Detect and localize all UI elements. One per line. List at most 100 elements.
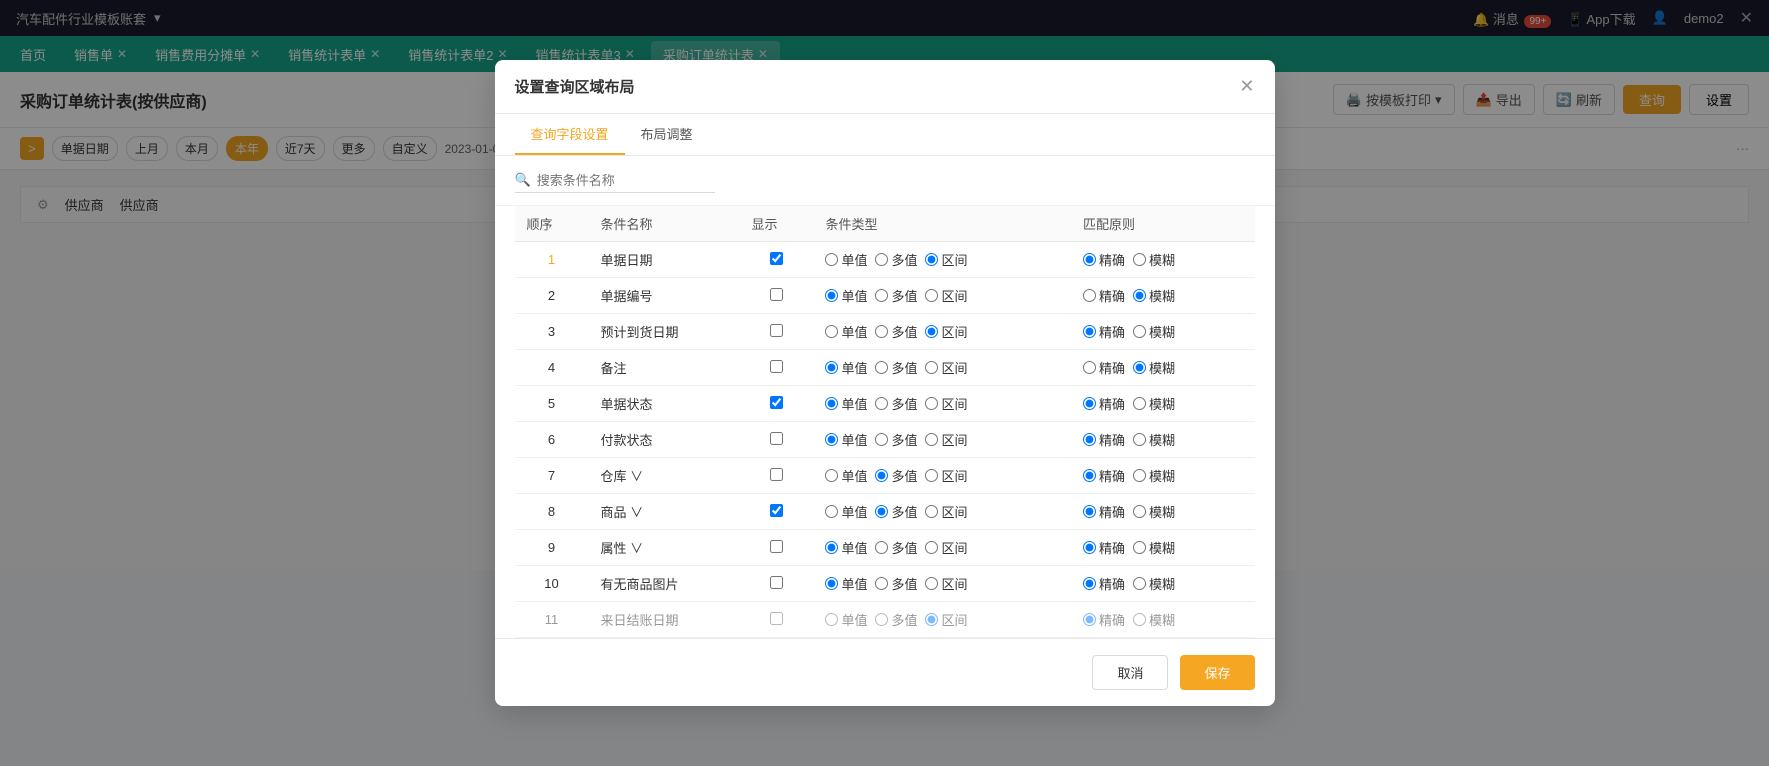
type-radio[interactable] <box>925 505 938 518</box>
type-radio-label[interactable]: 区间 <box>925 538 967 557</box>
match-radio-label[interactable]: 模糊 <box>1133 286 1175 305</box>
match-radio[interactable] <box>1133 541 1146 554</box>
match-radio-label[interactable]: 模糊 <box>1133 394 1175 413</box>
search-input[interactable] <box>537 173 697 188</box>
display-checkbox[interactable] <box>770 504 783 517</box>
type-cell[interactable]: 单值多值区间 <box>813 458 1071 494</box>
match-radio[interactable] <box>1083 433 1096 446</box>
match-radio-label[interactable]: 精确 <box>1083 322 1125 341</box>
display-checkbox[interactable] <box>770 540 783 553</box>
match-radio[interactable] <box>1133 253 1146 266</box>
type-radio-label[interactable]: 单值 <box>825 286 867 305</box>
display-cell[interactable] <box>739 530 813 566</box>
match-radio[interactable] <box>1083 577 1096 590</box>
type-radio-label[interactable]: 多值 <box>875 538 917 557</box>
type-radio-label[interactable]: 多值 <box>875 430 917 449</box>
type-radio-label[interactable]: 区间 <box>925 430 967 449</box>
type-radio[interactable] <box>875 361 888 374</box>
match-radio-label[interactable]: 模糊 <box>1133 502 1175 521</box>
match-radio[interactable] <box>1133 505 1146 518</box>
type-radio[interactable] <box>825 289 838 302</box>
type-radio-label[interactable]: 单值 <box>825 250 867 269</box>
match-radio-label[interactable]: 模糊 <box>1133 574 1175 593</box>
display-cell[interactable] <box>739 350 813 386</box>
display-cell[interactable] <box>739 314 813 350</box>
display-checkbox[interactable] <box>770 252 783 265</box>
type-radio-label[interactable]: 多值 <box>875 322 917 341</box>
display-checkbox[interactable] <box>770 432 783 445</box>
type-radio[interactable] <box>875 397 888 410</box>
type-radio[interactable] <box>825 613 838 626</box>
match-cell[interactable]: 精确模糊 <box>1071 386 1255 422</box>
match-radio[interactable] <box>1083 613 1096 626</box>
type-radio[interactable] <box>825 361 838 374</box>
match-radio-label[interactable]: 模糊 <box>1133 430 1175 449</box>
match-radio-label[interactable]: 精确 <box>1083 538 1125 557</box>
type-radio[interactable] <box>825 469 838 482</box>
display-checkbox[interactable] <box>770 360 783 373</box>
match-radio-label[interactable]: 精确 <box>1083 394 1125 413</box>
type-radio-label[interactable]: 单值 <box>825 430 867 449</box>
match-radio[interactable] <box>1133 613 1146 626</box>
type-cell[interactable]: 单值多值区间 <box>813 242 1071 278</box>
type-radio-label[interactable]: 多值 <box>875 394 917 413</box>
type-radio-label[interactable]: 区间 <box>925 574 967 593</box>
match-cell[interactable]: 精确模糊 <box>1071 494 1255 530</box>
match-radio[interactable] <box>1083 289 1096 302</box>
match-radio-label[interactable]: 精确 <box>1083 574 1125 593</box>
type-radio-label[interactable]: 多值 <box>875 286 917 305</box>
type-radio[interactable] <box>925 469 938 482</box>
match-radio-label[interactable]: 模糊 <box>1133 538 1175 557</box>
match-radio[interactable] <box>1083 397 1096 410</box>
type-radio-label[interactable]: 多值 <box>875 466 917 485</box>
match-radio[interactable] <box>1083 325 1096 338</box>
type-radio-label[interactable]: 单值 <box>825 502 867 521</box>
type-cell[interactable]: 单值多值区间 <box>813 278 1071 314</box>
type-cell[interactable]: 单值多值区间 <box>813 566 1071 602</box>
type-radio-label[interactable]: 多值 <box>875 502 917 521</box>
display-cell[interactable] <box>739 494 813 530</box>
display-checkbox[interactable] <box>770 576 783 589</box>
type-radio-label[interactable]: 区间 <box>925 502 967 521</box>
type-radio-label[interactable]: 单值 <box>825 574 867 593</box>
display-cell[interactable] <box>739 422 813 458</box>
type-radio[interactable] <box>925 577 938 590</box>
display-cell[interactable] <box>739 602 813 638</box>
type-radio-label[interactable]: 单值 <box>825 358 867 377</box>
match-radio-label[interactable]: 模糊 <box>1133 250 1175 269</box>
match-radio-label[interactable]: 模糊 <box>1133 322 1175 341</box>
type-radio[interactable] <box>825 397 838 410</box>
type-radio-label[interactable]: 区间 <box>925 466 967 485</box>
type-radio[interactable] <box>875 253 888 266</box>
match-radio[interactable] <box>1133 289 1146 302</box>
save-button[interactable]: 保存 <box>1180 655 1254 690</box>
match-cell[interactable]: 精确模糊 <box>1071 242 1255 278</box>
match-radio[interactable] <box>1133 361 1146 374</box>
type-radio-label[interactable]: 多值 <box>875 358 917 377</box>
match-cell[interactable]: 精确模糊 <box>1071 530 1255 566</box>
type-radio-label[interactable]: 单值 <box>825 538 867 557</box>
display-cell[interactable] <box>739 458 813 494</box>
match-radio[interactable] <box>1083 361 1096 374</box>
type-radio[interactable] <box>875 325 888 338</box>
match-radio[interactable] <box>1133 469 1146 482</box>
modal-close-button[interactable]: ✕ <box>1239 76 1254 97</box>
display-checkbox[interactable] <box>770 612 783 625</box>
match-radio-label[interactable]: 精确 <box>1083 610 1125 629</box>
type-radio-label[interactable]: 区间 <box>925 610 967 629</box>
type-cell[interactable]: 单值多值区间 <box>813 530 1071 566</box>
match-radio[interactable] <box>1083 505 1096 518</box>
display-checkbox[interactable] <box>770 288 783 301</box>
type-cell[interactable]: 单值多值区间 <box>813 350 1071 386</box>
display-cell[interactable] <box>739 566 813 602</box>
type-radio[interactable] <box>925 433 938 446</box>
type-radio-label[interactable]: 区间 <box>925 250 967 269</box>
type-radio-label[interactable]: 单值 <box>825 322 867 341</box>
type-radio[interactable] <box>825 505 838 518</box>
type-radio-label[interactable]: 单值 <box>825 394 867 413</box>
match-radio-label[interactable]: 精确 <box>1083 358 1125 377</box>
type-radio[interactable] <box>875 469 888 482</box>
type-radio[interactable] <box>875 577 888 590</box>
display-cell[interactable] <box>739 242 813 278</box>
type-radio-label[interactable]: 单值 <box>825 610 867 629</box>
